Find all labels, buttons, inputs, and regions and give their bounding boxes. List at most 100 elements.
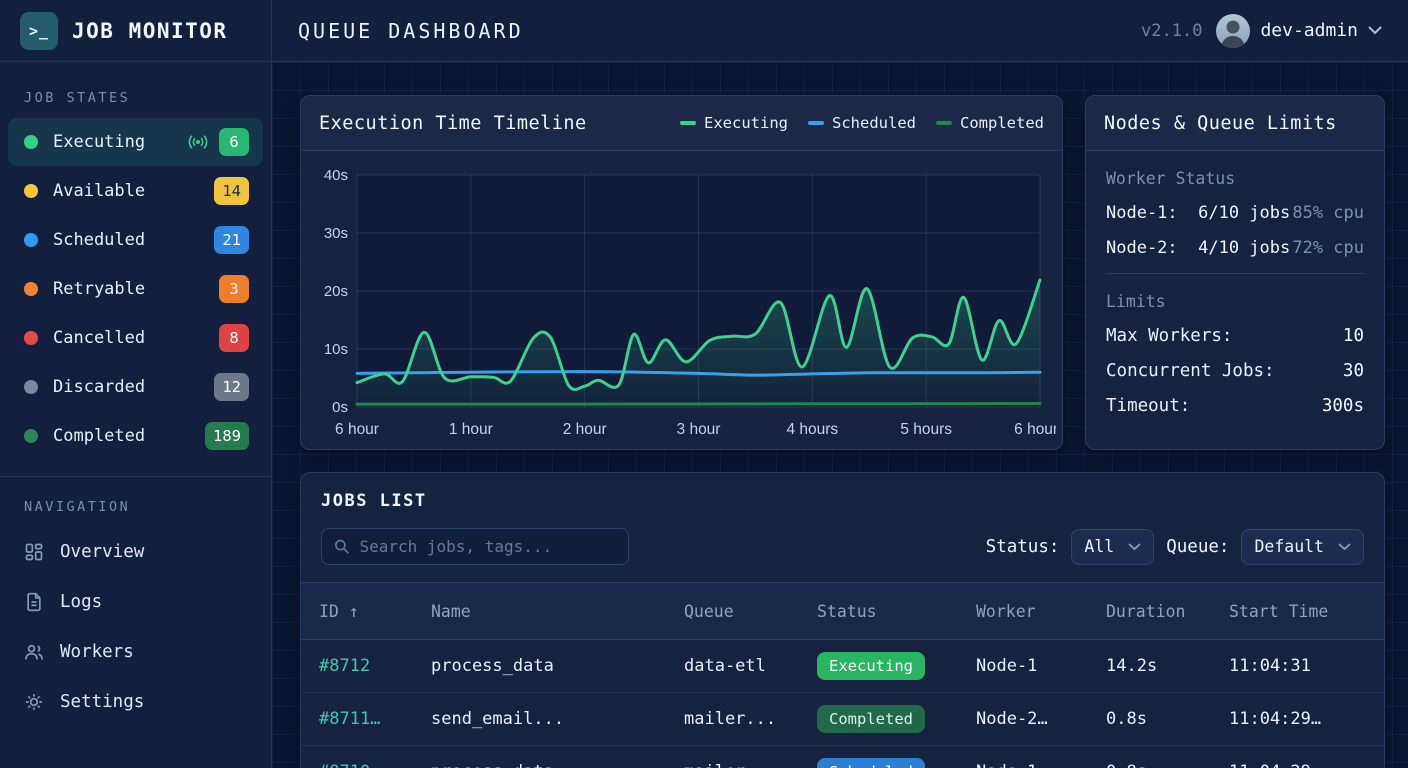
column-header-start-time[interactable]: Start Time — [1229, 602, 1384, 621]
state-label: Executing — [53, 132, 146, 152]
legend-item-scheduled[interactable]: Scheduled — [808, 114, 916, 132]
user-menu[interactable]: dev-admin — [1216, 13, 1382, 48]
execution-time-chart: 0s 10s 20s 30s 40s 6 hour 1 hour 2 hour 3 hour 4 … — [324, 167, 1062, 438]
main-content: Execution Time Timeline Executing Schedul… — [272, 62, 1408, 768]
svg-text:1 hour: 1 hour — [449, 421, 493, 438]
job-id-link[interactable]: #8712 — [319, 656, 431, 676]
sidebar-item-executing[interactable]: Executing 6 — [8, 118, 263, 166]
node-jobs: Node-1: 6/10 jobs — [1106, 203, 1291, 223]
status-select[interactable]: All — [1071, 528, 1155, 565]
svg-text:6 hours: 6 hours — [1014, 421, 1056, 438]
state-count-badge: 8 — [219, 324, 249, 352]
nav-label: Workers — [60, 642, 134, 662]
limit-value: 30 — [1342, 361, 1364, 381]
avatar — [1216, 13, 1251, 48]
users-icon — [25, 644, 43, 660]
nav-label: Settings — [60, 692, 145, 712]
node-jobs: Node-2: 4/10 jobs — [1106, 238, 1291, 258]
avatar-silhouette-icon — [1221, 20, 1246, 48]
nav-label: Logs — [60, 592, 103, 612]
limit-label: Concurrent Jobs: — [1106, 361, 1275, 381]
legend-label: Scheduled — [832, 114, 916, 132]
state-label: Discarded — [53, 377, 146, 397]
execution-timeline-card: Execution Time Timeline Executing Schedul… — [300, 95, 1063, 450]
sidebar-item-settings[interactable]: Settings — [0, 677, 271, 727]
chart-title: Execution Time Timeline — [319, 112, 587, 134]
username: dev-admin — [1260, 20, 1358, 41]
sidebar-item-cancelled[interactable]: Cancelled 8 — [8, 314, 263, 362]
limit-row: Timeout: 300s — [1106, 396, 1364, 416]
worker-status-heading: Worker Status — [1106, 169, 1236, 188]
column-header-worker[interactable]: Worker — [976, 602, 1106, 621]
sidebar-item-logs[interactable]: Logs — [0, 577, 271, 627]
legend-label: Completed — [960, 114, 1044, 132]
status-select-value: All — [1084, 537, 1115, 556]
svg-text:2 hour: 2 hour — [563, 421, 607, 438]
sidebar-item-available[interactable]: Available 14 — [8, 167, 263, 215]
state-count-badge: 6 — [219, 128, 249, 156]
limit-value: 300s — [1321, 396, 1364, 416]
search-icon — [335, 539, 349, 554]
status-badge: Completed — [817, 705, 925, 733]
search-input[interactable] — [359, 537, 616, 556]
state-dot-icon — [24, 184, 38, 198]
state-dot-icon — [24, 282, 38, 296]
job-name-cell: send_email... — [431, 709, 565, 729]
state-count-badge: 12 — [214, 373, 249, 401]
svg-text:10s: 10s — [324, 341, 348, 358]
logo-glyph: >_ — [28, 21, 50, 40]
chart-card-header: Execution Time Timeline Executing Schedul… — [301, 96, 1062, 151]
status-filter-label: Status: — [985, 536, 1060, 557]
sidebar-item-scheduled[interactable]: Scheduled 21 — [8, 216, 263, 264]
table-row[interactable]: #8711… send_email... mailer... Completed… — [301, 693, 1384, 746]
state-count-badge: 14 — [214, 177, 249, 205]
svg-text:20s: 20s — [324, 283, 348, 300]
job-queue-cell: data-etl — [684, 656, 766, 676]
limit-label: Timeout: — [1106, 396, 1191, 416]
nodes-card-header: Nodes & Queue Limits — [1086, 96, 1384, 151]
job-duration-cell: 0.8s — [1106, 709, 1147, 729]
navigation-section: NAVIGATION Overview Logs Workers Setting… — [0, 476, 271, 727]
column-header-status[interactable]: Status — [817, 602, 976, 621]
legend-item-executing[interactable]: Executing — [680, 114, 788, 132]
state-count-badge: 21 — [214, 226, 249, 254]
status-badge: Executing — [817, 652, 925, 680]
chart-legend: Executing Scheduled Completed — [680, 114, 1044, 132]
sidebar-item-discarded[interactable]: Discarded 12 — [8, 363, 263, 411]
search-box[interactable] — [321, 528, 629, 565]
table-row[interactable]: #8710 process_data mailer Scheduled Node… — [301, 746, 1384, 768]
divider — [1106, 273, 1364, 274]
table-row[interactable]: #8712 process_data data-etl Executing No… — [301, 640, 1384, 693]
job-id-link[interactable]: #8711… — [319, 709, 431, 729]
job-states-list: Executing 6 Available 14 Scheduled 21 Retryabl… — [0, 118, 271, 460]
sidebar-item-retryable[interactable]: Retryable 3 — [8, 265, 263, 313]
queue-select-value: Default — [1254, 537, 1324, 556]
sidebar-item-overview[interactable]: Overview — [0, 527, 271, 577]
state-count-badge: 189 — [205, 422, 249, 450]
sidebar-item-workers[interactable]: Workers — [0, 627, 271, 677]
job-start-cell: 11:04:29 — [1229, 762, 1384, 768]
legend-item-completed[interactable]: Completed — [936, 114, 1044, 132]
job-queue-cell: mailer — [684, 762, 817, 768]
svg-text:4 hours: 4 hours — [786, 421, 838, 438]
queue-select[interactable]: Default — [1241, 528, 1364, 565]
svg-text:40s: 40s — [324, 167, 348, 184]
job-queue-cell: mailer... — [684, 709, 777, 729]
sidebar-item-completed[interactable]: Completed 189 — [8, 412, 263, 460]
column-header-duration[interactable]: Duration — [1106, 602, 1229, 621]
column-header-id[interactable]: ID ↑ — [319, 602, 431, 621]
job-states-heading: JOB STATES — [24, 90, 131, 106]
job-id-link[interactable]: #8710 — [319, 762, 431, 768]
limit-row: Concurrent Jobs: 30 — [1106, 361, 1364, 381]
limit-value: 10 — [1342, 326, 1364, 346]
chevron-down-icon — [1338, 543, 1351, 550]
state-label: Scheduled — [53, 230, 146, 250]
job-duration-cell: 0.8s — [1106, 762, 1229, 768]
state-dot-icon — [24, 331, 38, 345]
column-header-queue[interactable]: Queue — [684, 602, 817, 621]
jobs-controls: Status: All Queue: Default — [321, 528, 1364, 565]
node-status-row: Node-2: 4/10 jobs 72% cpu — [1106, 238, 1364, 258]
limits-heading: Limits — [1106, 292, 1166, 311]
column-header-name[interactable]: Name — [431, 602, 684, 621]
live-broadcast-icon — [186, 134, 210, 150]
